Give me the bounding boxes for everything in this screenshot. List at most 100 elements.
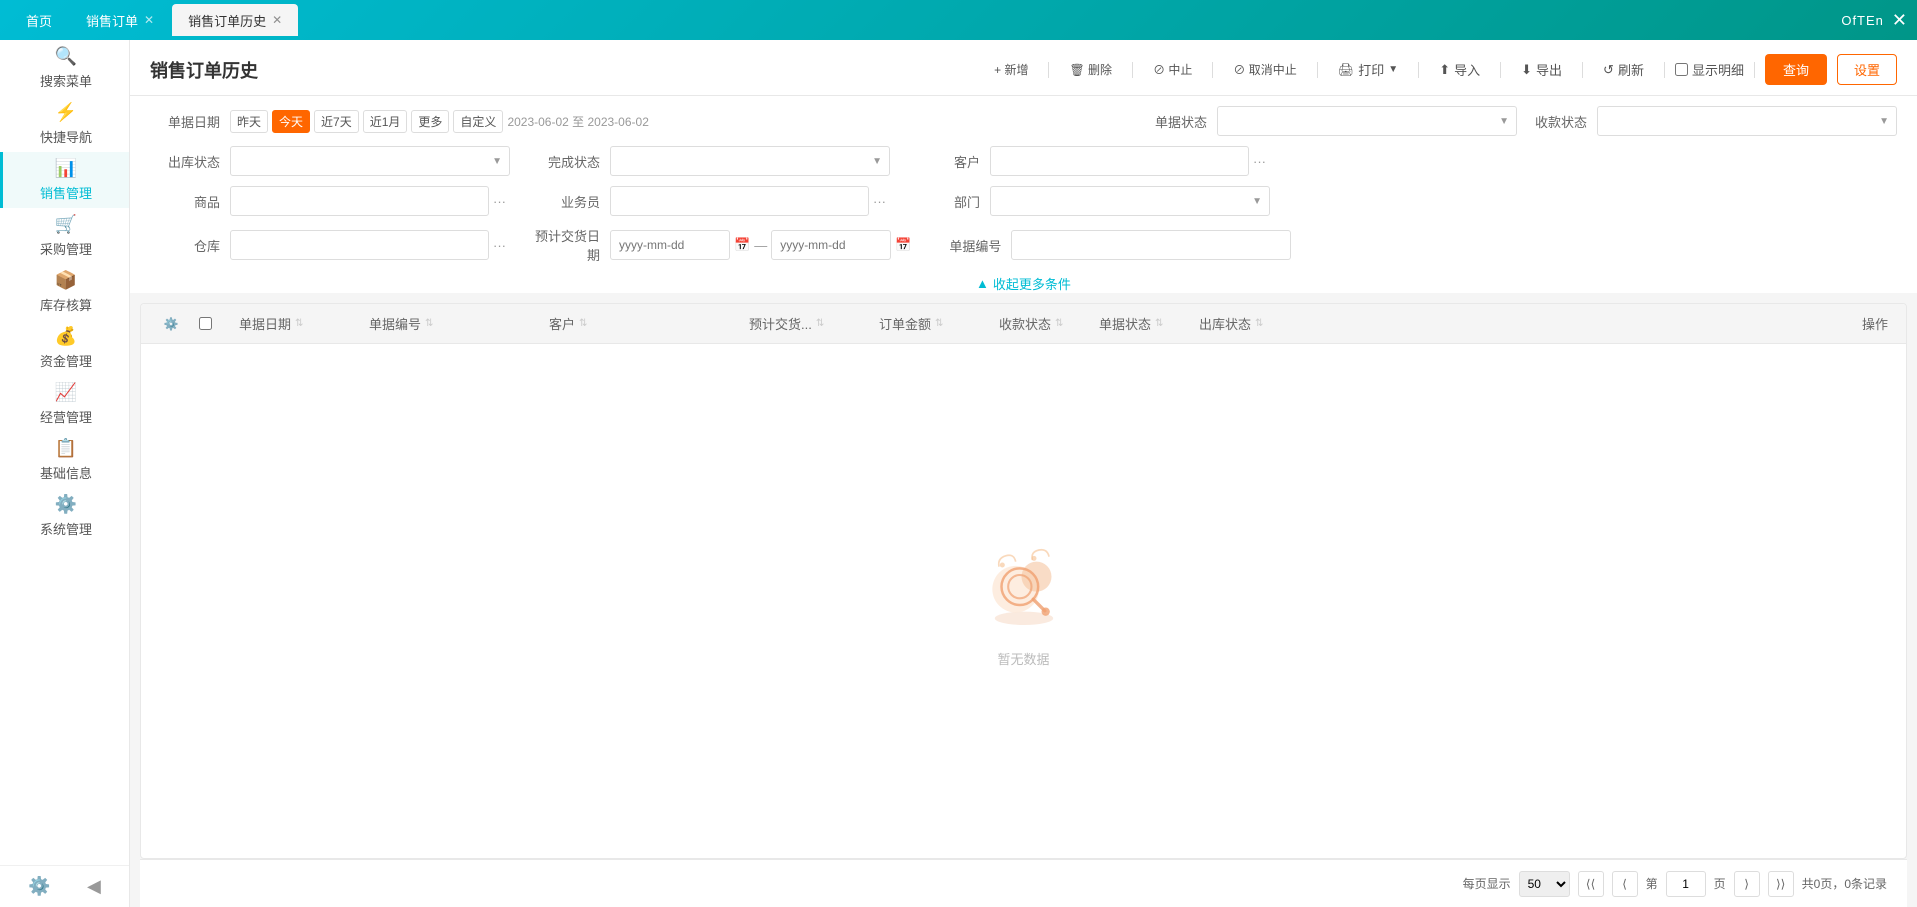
th-amount[interactable]: 订单金额 ⇅	[871, 314, 991, 333]
sidebar-item-quick-nav[interactable]: ⚡ 快捷导航	[0, 96, 129, 152]
close-tab-sales-order[interactable]: ✕	[144, 13, 154, 27]
sidebar-item-system-label: 系统管理	[40, 519, 92, 538]
delivery-date-start[interactable]	[610, 230, 730, 260]
th-checkbox[interactable]	[191, 317, 231, 330]
page-header: 销售订单历史 + 新增 🗑 删除 ⊘ 中止 ⊘ 取消中止 🖨 🖨 打印 打印 ▼	[130, 40, 1917, 96]
export-button[interactable]: ⬇ 导出	[1511, 55, 1572, 84]
date-btn-7days[interactable]: 近7天	[314, 110, 359, 133]
date-btn-1month[interactable]: 近1月	[363, 110, 408, 133]
th-status[interactable]: 单据状态 ⇅	[1091, 314, 1191, 333]
th-status-sort-icon: ⇅	[1155, 318, 1163, 329]
page-number-input[interactable]	[1666, 871, 1706, 897]
first-page-button[interactable]: ⟨⟨	[1578, 871, 1604, 897]
salesman-input[interactable]	[610, 186, 869, 216]
sidebar-item-sales[interactable]: 📊 销售管理	[0, 152, 129, 208]
date-shortcuts: 昨天 今天 近7天 近1月 更多 自定义	[230, 110, 503, 133]
goods-more-icon[interactable]: ···	[489, 194, 510, 209]
page-size-label: 每页显示	[1463, 875, 1511, 892]
pagination: 每页显示 10 20 50 100 ⟨⟨ ⟨ 第 页 ⟩ ⟩⟩ 共0页，0条记录	[140, 859, 1907, 907]
collapse-sidebar-icon[interactable]: ◀	[87, 876, 101, 897]
page-title: 销售订单历史	[150, 57, 258, 83]
brand-label: OfTEn	[1841, 13, 1884, 28]
refresh-button[interactable]: ↺ 刷新	[1593, 55, 1654, 84]
th-stock[interactable]: 出库状态 ⇅	[1191, 314, 1311, 333]
stock-out-select[interactable]	[230, 146, 510, 176]
date-btn-yesterday[interactable]: 昨天	[230, 110, 268, 133]
complete-select[interactable]	[610, 146, 890, 176]
th-no[interactable]: 单据编号 ⇅	[361, 314, 541, 333]
delete-button[interactable]: 🗑 删除	[1059, 56, 1122, 83]
select-all-checkbox[interactable]	[199, 317, 212, 330]
sidebar-item-inventory[interactable]: 📦 库存核算	[0, 264, 129, 320]
th-delivery[interactable]: 预计交货... ⇅	[741, 314, 871, 333]
th-op: 操作	[1311, 314, 1896, 333]
top-bar-right: OfTEn ✕	[1841, 10, 1907, 31]
tab-list: 首页 销售订单 ✕ 销售订单历史 ✕	[10, 4, 1841, 36]
bill-status-label: 单据状态	[1137, 112, 1217, 131]
th-customer-sort-icon: ⇅	[579, 318, 587, 329]
display-detail-checkbox[interactable]	[1675, 63, 1688, 76]
query-button[interactable]: 查询	[1765, 54, 1827, 85]
collapse-up-icon: ▲	[976, 276, 989, 291]
sidebar-item-operation[interactable]: 📈 经营管理	[0, 376, 129, 432]
close-tab-sales-history[interactable]: ✕	[272, 13, 282, 27]
stop-button[interactable]: ⊘ 中止	[1143, 56, 1202, 83]
th-settings[interactable]: ⚙️	[151, 317, 191, 331]
sidebar-item-purchase[interactable]: 🛒 采购管理	[0, 208, 129, 264]
delivery-date-end[interactable]	[771, 230, 891, 260]
print-button[interactable]: 🖨 🖨 打印 打印 ▼	[1328, 55, 1408, 84]
tab-sales-order[interactable]: 销售订单 ✕	[70, 4, 170, 36]
table-area: ⚙️ 单据日期 ⇅ 单据编号 ⇅ 客户 ⇅ 预计交货...	[140, 303, 1907, 859]
sidebar-item-search[interactable]: 🔍 搜索菜单	[0, 40, 129, 96]
delivery-end-calendar-icon[interactable]: 📅	[895, 237, 911, 253]
sidebar-item-system[interactable]: ⚙️ 系统管理	[0, 488, 129, 544]
th-receipt[interactable]: 收款状态 ⇅	[991, 314, 1091, 333]
table-header: ⚙️ 单据日期 ⇅ 单据编号 ⇅ 客户 ⇅ 预计交货...	[141, 304, 1906, 344]
import-button[interactable]: ⬆ 导入	[1429, 55, 1490, 84]
warehouse-more-icon[interactable]: ···	[489, 238, 510, 253]
th-date-label: 单据日期	[239, 314, 291, 333]
goods-input[interactable]	[230, 186, 489, 216]
set-button[interactable]: 设置	[1837, 54, 1897, 85]
sidebar-item-basic-info[interactable]: 📋 基础信息	[0, 432, 129, 488]
customer-more-icon[interactable]: ···	[1249, 154, 1270, 169]
warehouse-input[interactable]	[230, 230, 489, 260]
last-page-button[interactable]: ⟩⟩	[1768, 871, 1794, 897]
sales-icon: 📊	[55, 158, 77, 179]
th-amount-label: 订单金额	[879, 314, 931, 333]
date-btn-custom[interactable]: 自定义	[453, 110, 503, 133]
new-button[interactable]: + 新增	[984, 56, 1038, 83]
display-toggle[interactable]: 显示明细	[1675, 60, 1744, 79]
dept-select[interactable]	[990, 186, 1270, 216]
system-icon: ⚙️	[55, 494, 77, 515]
sidebar-item-basic-info-label: 基础信息	[40, 463, 92, 482]
doc-no-input[interactable]	[1011, 230, 1291, 260]
customer-input[interactable]	[990, 146, 1249, 176]
prev-page-button[interactable]: ⟨	[1612, 871, 1638, 897]
cancel-stop-button[interactable]: ⊘ 取消中止	[1223, 56, 1306, 83]
sidebar-item-finance[interactable]: 💰 资金管理	[0, 320, 129, 376]
window-close-icon[interactable]: ✕	[1892, 10, 1907, 31]
th-date[interactable]: 单据日期 ⇅	[231, 314, 361, 333]
divider-4	[1317, 62, 1318, 78]
import-icon: ⬆	[1439, 62, 1450, 78]
receipt-status-select[interactable]	[1597, 106, 1897, 136]
finance-icon: 💰	[55, 326, 77, 347]
date-btn-more[interactable]: 更多	[411, 110, 449, 133]
th-customer[interactable]: 客户 ⇅	[541, 314, 741, 333]
tab-sales-history[interactable]: 销售订单历史 ✕	[172, 4, 298, 36]
settings-bottom-icon[interactable]: ⚙️	[28, 876, 50, 897]
bill-status-select[interactable]	[1217, 106, 1517, 136]
sidebar-item-inventory-label: 库存核算	[40, 295, 92, 314]
date-btn-today[interactable]: 今天	[272, 110, 310, 133]
page-size-select[interactable]: 10 20 50 100	[1519, 871, 1570, 897]
th-status-label: 单据状态	[1099, 314, 1151, 333]
delivery-start-calendar-icon[interactable]: 📅	[734, 237, 750, 253]
tab-home[interactable]: 首页	[10, 4, 68, 36]
collapse-button[interactable]: ▲ 收起更多条件	[150, 274, 1897, 293]
salesman-more-icon[interactable]: ···	[869, 194, 890, 209]
divider-6	[1500, 62, 1501, 78]
next-page-button[interactable]: ⟩	[1734, 871, 1760, 897]
date-filter-label: 单据日期	[150, 112, 230, 131]
complete-select-wrapper: ▼	[610, 146, 890, 176]
